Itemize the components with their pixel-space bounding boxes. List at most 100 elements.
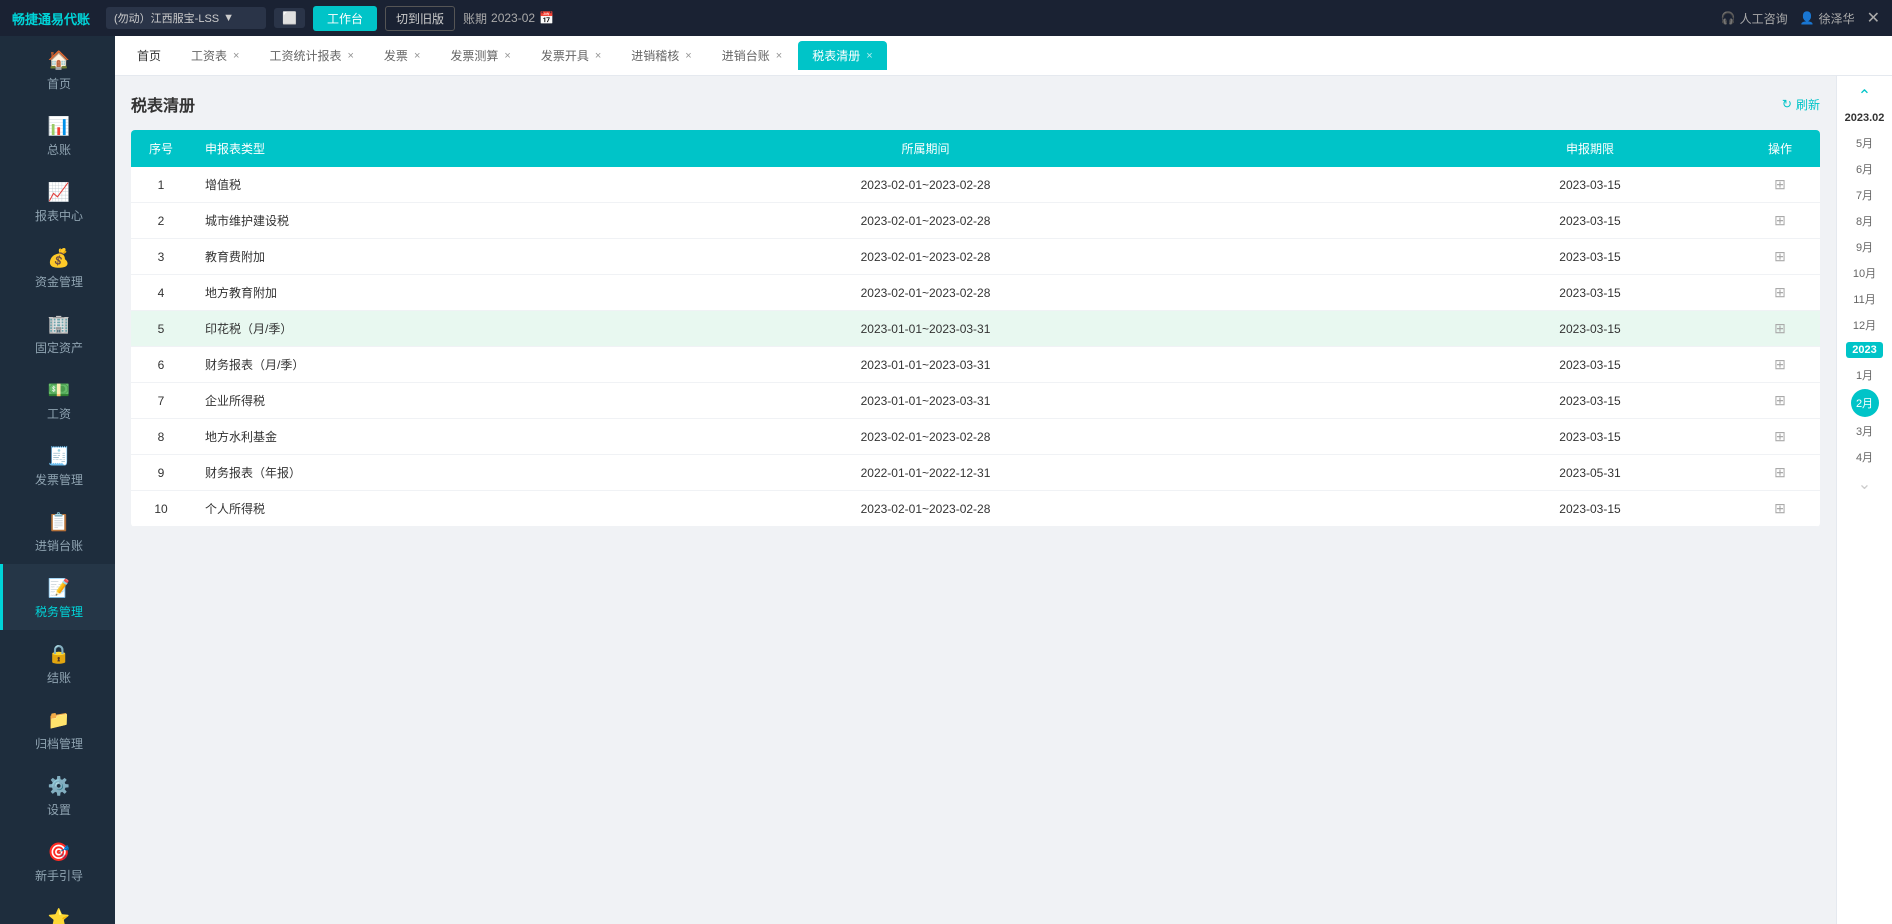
sidebar-label-closing: 结账 bbox=[47, 669, 71, 686]
sidebar-item-capital[interactable]: 💰 资金管理 bbox=[0, 234, 115, 300]
close-window-button[interactable]: ✕ bbox=[1867, 8, 1880, 28]
cell-period: 2023-02-01~2023-02-28 bbox=[411, 275, 1440, 311]
row-action-icon[interactable]: ⊞ bbox=[1774, 428, 1786, 444]
user-profile[interactable]: 👤 徐泽华 bbox=[1800, 10, 1855, 27]
user-name: 徐泽华 bbox=[1819, 10, 1855, 27]
archive-icon: 📁 bbox=[48, 710, 70, 731]
sidebar-item-invoice[interactable]: 🧾 发票管理 bbox=[0, 432, 115, 498]
tab-purchase-check-close[interactable]: × bbox=[685, 50, 691, 62]
cell-type: 财务报表（年报） bbox=[191, 455, 411, 491]
cell-seq: 9 bbox=[131, 455, 191, 491]
row-action-icon[interactable]: ⊞ bbox=[1774, 392, 1786, 408]
row-action-icon[interactable]: ⊞ bbox=[1774, 356, 1786, 372]
cell-seq: 6 bbox=[131, 347, 191, 383]
tab-tax-register-close[interactable]: × bbox=[866, 50, 872, 62]
month-4[interactable]: 4月 bbox=[1837, 444, 1892, 470]
row-action-icon[interactable]: ⊞ bbox=[1774, 176, 1786, 192]
cell-action: ⊞ bbox=[1740, 203, 1820, 239]
row-action-icon[interactable]: ⊞ bbox=[1774, 500, 1786, 516]
sidebar-item-archive[interactable]: 📁 归档管理 bbox=[0, 696, 115, 762]
sidebar: 🏠 首页 📊 总账 📈 报表中心 💰 资金管理 🏢 固定资产 💵 工资 🧾 发票… bbox=[0, 36, 115, 924]
cell-declare: 2023-03-15 bbox=[1440, 275, 1740, 311]
cell-period: 2023-01-01~2023-03-31 bbox=[411, 311, 1440, 347]
copy-icon-btn[interactable]: ⬜ bbox=[274, 8, 305, 28]
tab-invoice[interactable]: 发票 × bbox=[370, 41, 434, 70]
row-action-icon[interactable]: ⊞ bbox=[1774, 248, 1786, 264]
sidebar-item-closing[interactable]: 🔒 结账 bbox=[0, 630, 115, 696]
month-5[interactable]: 5月 bbox=[1837, 130, 1892, 156]
tab-payroll-close[interactable]: × bbox=[233, 50, 239, 62]
row-action-icon[interactable]: ⊞ bbox=[1774, 212, 1786, 228]
top-bar-right: 🎧 人工咨询 👤 徐泽华 ✕ bbox=[1721, 8, 1880, 28]
tab-invoice-open[interactable]: 发票开具 × bbox=[527, 41, 615, 70]
sidebar-item-tax[interactable]: 📝 税务管理 bbox=[0, 564, 115, 630]
sidebar-item-home[interactable]: 🏠 首页 bbox=[0, 36, 115, 102]
tab-purchase-ledger[interactable]: 进销台账 × bbox=[708, 41, 796, 70]
cell-action: ⊞ bbox=[1740, 419, 1820, 455]
tab-home[interactable]: 首页 bbox=[123, 41, 175, 70]
cell-seq: 3 bbox=[131, 239, 191, 275]
table-row: 2 城市维护建设税 2023-02-01~2023-02-28 2023-03-… bbox=[131, 203, 1820, 239]
tab-purchase-ledger-close[interactable]: × bbox=[776, 50, 782, 62]
tab-purchase-check-label: 进销稽核 bbox=[631, 47, 679, 64]
tab-home-label: 首页 bbox=[137, 47, 161, 64]
month-8[interactable]: 8月 bbox=[1837, 208, 1892, 234]
cell-declare: 2023-03-15 bbox=[1440, 167, 1740, 203]
month-6[interactable]: 6月 bbox=[1837, 156, 1892, 182]
tab-invoice-calc[interactable]: 发票测算 × bbox=[436, 41, 524, 70]
current-period-label: 2023.02 bbox=[1841, 110, 1889, 126]
tab-invoice-close[interactable]: × bbox=[414, 50, 420, 62]
sidebar-item-member[interactable]: ⭐ 畅会员 bbox=[0, 894, 115, 924]
month-1[interactable]: 1月 bbox=[1837, 362, 1892, 388]
sidebar-item-ledger[interactable]: 📊 总账 bbox=[0, 102, 115, 168]
human-service-label: 人工咨询 bbox=[1740, 10, 1788, 27]
table-row: 6 财务报表（月/季） 2023-01-01~2023-03-31 2023-0… bbox=[131, 347, 1820, 383]
workbench-button[interactable]: 工作台 bbox=[313, 6, 377, 31]
month-3[interactable]: 3月 bbox=[1837, 418, 1892, 444]
month-12[interactable]: 12月 bbox=[1837, 312, 1892, 338]
row-action-icon[interactable]: ⊞ bbox=[1774, 320, 1786, 336]
sidebar-item-settings[interactable]: ⚙️ 设置 bbox=[0, 762, 115, 828]
tab-purchase-check[interactable]: 进销稽核 × bbox=[617, 41, 705, 70]
sidebar-label-assets: 固定资产 bbox=[35, 339, 83, 356]
tab-invoice-calc-close[interactable]: × bbox=[504, 50, 510, 62]
month-10[interactable]: 10月 bbox=[1837, 260, 1892, 286]
tab-tax-register[interactable]: 税表清册 × bbox=[798, 41, 886, 70]
month-11[interactable]: 11月 bbox=[1837, 286, 1892, 312]
tab-payroll[interactable]: 工资表 × bbox=[177, 41, 253, 70]
sidebar-item-payroll[interactable]: 💵 工资 bbox=[0, 366, 115, 432]
tab-payroll-stats[interactable]: 工资统计报表 × bbox=[255, 41, 367, 70]
tab-invoice-open-close[interactable]: × bbox=[595, 50, 601, 62]
sidebar-label-guide: 新手引导 bbox=[35, 867, 83, 884]
tab-tax-register-label: 税表清册 bbox=[812, 47, 860, 64]
cell-period: 2023-02-01~2023-02-28 bbox=[411, 491, 1440, 527]
home-icon: 🏠 bbox=[48, 50, 70, 71]
refresh-icon: ↻ bbox=[1782, 97, 1792, 111]
company-selector[interactable]: (勿动）江西服宝-LSS ▼ bbox=[106, 7, 266, 29]
row-action-icon[interactable]: ⊞ bbox=[1774, 464, 1786, 480]
assets-icon: 🏢 bbox=[48, 314, 70, 335]
sidebar-item-guide[interactable]: 🎯 新手引导 bbox=[0, 828, 115, 894]
page-header: 税表清册 ↻ 刷新 bbox=[131, 92, 1820, 116]
chevron-up-icon[interactable]: ⌃ bbox=[1858, 86, 1871, 106]
sidebar-label-archive: 归档管理 bbox=[35, 735, 83, 752]
chevron-down-icon[interactable]: ⌄ bbox=[1858, 474, 1871, 494]
sidebar-item-purchase[interactable]: 📋 进销台账 bbox=[0, 498, 115, 564]
human-service[interactable]: 🎧 人工咨询 bbox=[1721, 10, 1788, 27]
tab-payroll-stats-close[interactable]: × bbox=[347, 50, 353, 62]
month-7[interactable]: 7月 bbox=[1837, 182, 1892, 208]
sidebar-label-home: 首页 bbox=[47, 75, 71, 92]
month-9[interactable]: 9月 bbox=[1837, 234, 1892, 260]
table-body: 1 增值税 2023-02-01~2023-02-28 2023-03-15 ⊞… bbox=[131, 167, 1820, 527]
cell-action: ⊞ bbox=[1740, 239, 1820, 275]
calendar-icon[interactable]: 📅 bbox=[539, 11, 554, 25]
ledger-icon: 📊 bbox=[48, 116, 70, 137]
month-2-active[interactable]: 2月 bbox=[1851, 389, 1879, 417]
row-action-icon[interactable]: ⊞ bbox=[1774, 284, 1786, 300]
cell-type: 企业所得税 bbox=[191, 383, 411, 419]
sidebar-item-report[interactable]: 📈 报表中心 bbox=[0, 168, 115, 234]
switch-old-button[interactable]: 切到旧版 bbox=[385, 6, 455, 31]
sidebar-item-assets[interactable]: 🏢 固定资产 bbox=[0, 300, 115, 366]
tab-bar: 首页 工资表 × 工资统计报表 × 发票 × 发票测算 × 发票开具 × bbox=[115, 36, 1892, 76]
refresh-button[interactable]: ↻ 刷新 bbox=[1782, 96, 1820, 113]
